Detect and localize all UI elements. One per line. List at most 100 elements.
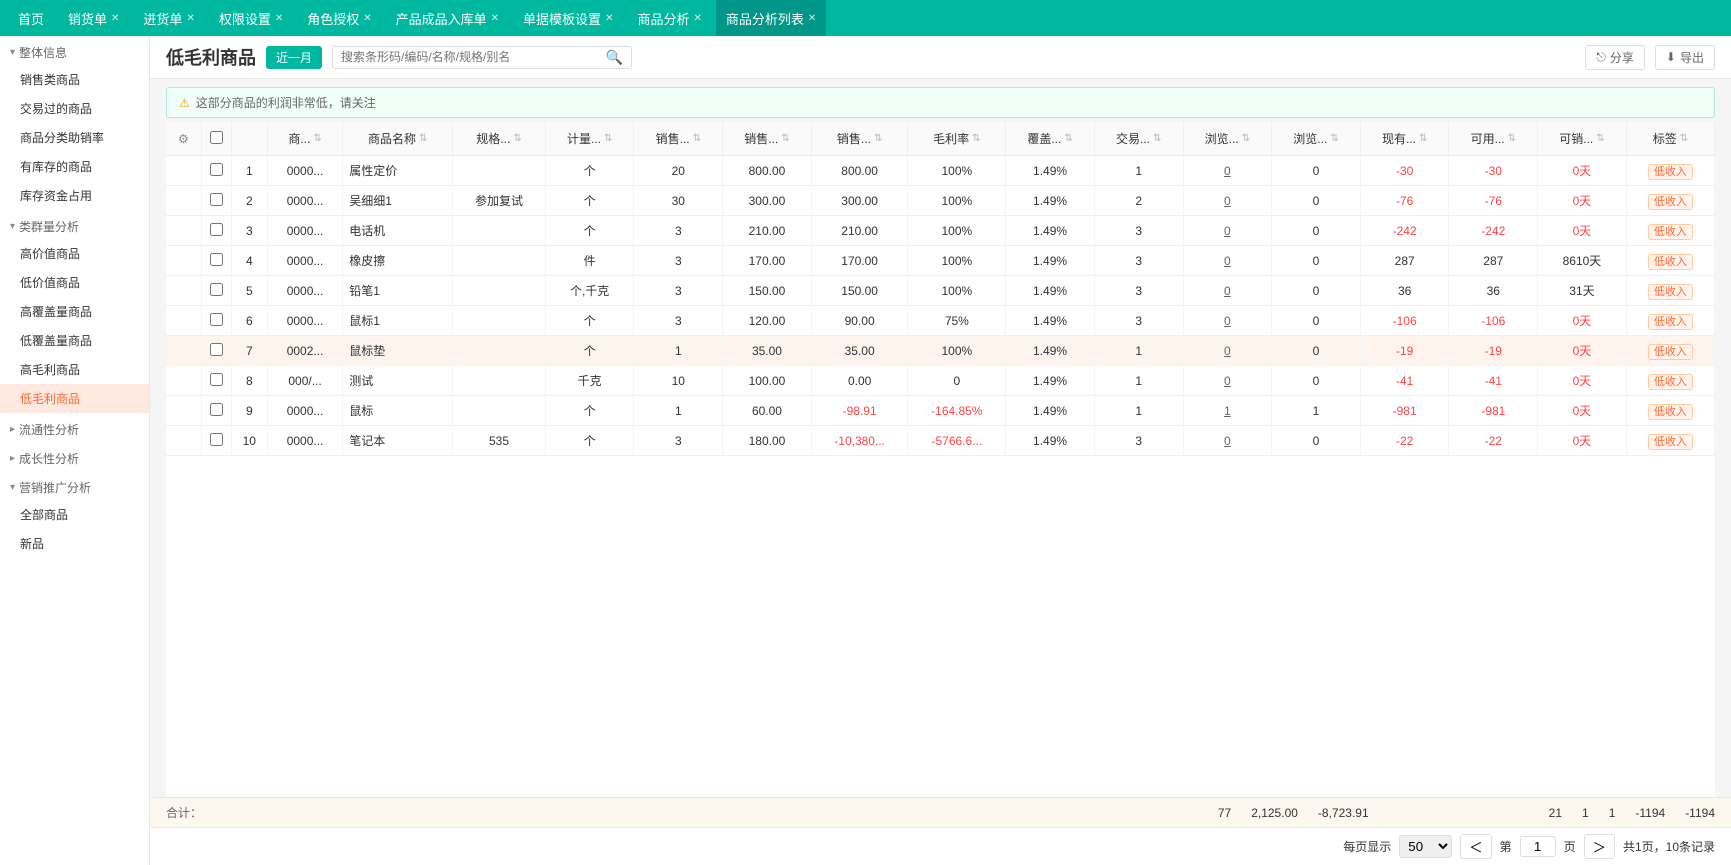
per-page-select[interactable]: 50 100 200 (1399, 835, 1452, 858)
sort-sales-qty-icon[interactable]: ⇅ (693, 133, 701, 144)
sidebar-item-traded-goods[interactable]: 交易过的商品 (0, 94, 149, 123)
row-browse1-7[interactable]: 0 (1183, 366, 1272, 396)
time-filter-button[interactable]: 近一月 (266, 46, 322, 69)
sidebar-group-circulation[interactable]: ▸ 流通性分析 (0, 413, 149, 442)
sort-code-icon[interactable]: ⇅ (313, 133, 321, 144)
sort-unit-icon[interactable]: ⇅ (604, 133, 612, 144)
row-checkbox-8[interactable] (210, 403, 223, 416)
row-name-1[interactable]: 吴细细1 (343, 186, 453, 216)
row-name-0[interactable]: 属性定价 (343, 156, 453, 186)
row-checkbox-7[interactable] (210, 373, 223, 386)
row-browse1-9[interactable]: 0 (1183, 426, 1272, 456)
row-check-1[interactable] (201, 186, 231, 216)
nav-role-auth[interactable]: 角色授权 ✕ (297, 0, 381, 36)
col-name[interactable]: 商品名称⇅ (343, 122, 453, 156)
row-browse1-2[interactable]: 0 (1183, 216, 1272, 246)
row-check-8[interactable] (201, 396, 231, 426)
sidebar-item-stock-capital[interactable]: 库存资金占用 (0, 181, 149, 210)
share-button[interactable]: ⎋ 分享 (1585, 45, 1645, 70)
row-browse1-6[interactable]: 0 (1183, 336, 1272, 366)
col-trade[interactable]: 交易...⇅ (1094, 122, 1183, 156)
close-product-entry-icon[interactable]: ✕ (491, 13, 499, 24)
row-browse1-3[interactable]: 0 (1183, 246, 1272, 276)
sort-available-icon[interactable]: ⇅ (1508, 133, 1516, 144)
col-browse1[interactable]: 浏览...⇅ (1183, 122, 1272, 156)
row-check-4[interactable] (201, 276, 231, 306)
row-name-9[interactable]: 笔记本 (343, 426, 453, 456)
row-name-7[interactable]: 测试 (343, 366, 453, 396)
row-checkbox-9[interactable] (210, 433, 223, 446)
col-coverage[interactable]: 覆盖...⇅ (1006, 122, 1095, 156)
nav-product-entry[interactable]: 产品成品入库单 ✕ (386, 0, 509, 36)
nav-home[interactable]: 首页 (8, 0, 54, 36)
nav-permissions[interactable]: 权限设置 ✕ (209, 0, 293, 36)
row-checkbox-6[interactable] (210, 343, 223, 356)
col-current[interactable]: 现有...⇅ (1360, 122, 1449, 156)
row-browse1-1[interactable]: 0 (1183, 186, 1272, 216)
col-browse2[interactable]: 浏览...⇅ (1272, 122, 1361, 156)
sidebar-item-new-goods[interactable]: 新品 (0, 529, 149, 558)
row-name-4[interactable]: 铅笔1 (343, 276, 453, 306)
sidebar-item-low-profit[interactable]: 低毛利商品 (0, 384, 149, 413)
col-unit[interactable]: 计量...⇅ (545, 122, 634, 156)
col-gross-rate[interactable]: 毛利率⇅ (908, 122, 1006, 156)
col-settings[interactable]: ⚙ (166, 122, 201, 156)
close-analysis-icon[interactable]: ✕ (693, 13, 701, 24)
col-tag[interactable]: 标签⇅ (1626, 122, 1714, 156)
row-check-7[interactable] (201, 366, 231, 396)
sidebar-item-stocked-goods[interactable]: 有库存的商品 (0, 152, 149, 181)
close-permissions-icon[interactable]: ✕ (275, 13, 283, 24)
row-browse1-5[interactable]: 0 (1183, 306, 1272, 336)
close-sales-icon[interactable]: ✕ (111, 13, 119, 24)
close-analysis-list-icon[interactable]: ✕ (808, 13, 816, 24)
row-check-6[interactable] (201, 336, 231, 366)
select-all-checkbox[interactable] (210, 131, 223, 144)
row-check-5[interactable] (201, 306, 231, 336)
row-name-2[interactable]: 电话机 (343, 216, 453, 246)
row-name-5[interactable]: 鼠标1 (343, 306, 453, 336)
row-checkbox-0[interactable] (210, 163, 223, 176)
sort-saleable-icon[interactable]: ⇅ (1596, 133, 1604, 144)
search-input[interactable] (341, 50, 606, 64)
prev-page-button[interactable]: ＜ (1460, 834, 1491, 859)
row-checkbox-3[interactable] (210, 253, 223, 266)
page-number-input[interactable] (1520, 836, 1556, 857)
col-available[interactable]: 可用...⇅ (1449, 122, 1538, 156)
close-role-auth-icon[interactable]: ✕ (363, 13, 371, 24)
sidebar-group-cluster[interactable]: ▾ 类群量分析 (0, 210, 149, 239)
sidebar-item-high-profit[interactable]: 高毛利商品 (0, 355, 149, 384)
sort-browse2-icon[interactable]: ⇅ (1330, 133, 1338, 144)
row-check-3[interactable] (201, 246, 231, 276)
nav-analysis-list[interactable]: 商品分析列表 ✕ (716, 0, 826, 36)
nav-purchase[interactable]: 进货单 ✕ (133, 0, 204, 36)
nav-sales[interactable]: 销货单 ✕ (58, 0, 129, 36)
sidebar-item-low-value[interactable]: 低价值商品 (0, 268, 149, 297)
sidebar-group-growth[interactable]: ▸ 成长性分析 (0, 442, 149, 471)
nav-product-analysis[interactable]: 商品分析 ✕ (627, 0, 711, 36)
row-browse1-4[interactable]: 0 (1183, 276, 1272, 306)
row-check-0[interactable] (201, 156, 231, 186)
sidebar-item-low-coverage[interactable]: 低覆盖量商品 (0, 326, 149, 355)
sort-trade-icon[interactable]: ⇅ (1153, 133, 1161, 144)
row-checkbox-2[interactable] (210, 223, 223, 236)
row-name-6[interactable]: 鼠标垫 (343, 336, 453, 366)
col-sales-qty[interactable]: 销售...⇅ (634, 122, 723, 156)
col-spec[interactable]: 规格...⇅ (453, 122, 546, 156)
sidebar-group-overview[interactable]: ▾ 整体信息 (0, 36, 149, 65)
sort-browse1-icon[interactable]: ⇅ (1242, 133, 1250, 144)
sidebar-item-sales-goods[interactable]: 销售类商品 (0, 65, 149, 94)
col-sales-price[interactable]: 销售...⇅ (723, 122, 812, 156)
row-check-2[interactable] (201, 216, 231, 246)
export-button[interactable]: ⬇ 导出 (1655, 45, 1715, 70)
nav-template-settings[interactable]: 单据模板设置 ✕ (513, 0, 623, 36)
sidebar-item-high-coverage[interactable]: 高覆盖量商品 (0, 297, 149, 326)
sidebar-item-high-value[interactable]: 高价值商品 (0, 239, 149, 268)
col-saleable[interactable]: 可销...⇅ (1538, 122, 1627, 156)
sort-sales-amount-icon[interactable]: ⇅ (874, 133, 882, 144)
search-icon[interactable]: 🔍 (606, 49, 623, 66)
sort-name-icon[interactable]: ⇅ (419, 133, 427, 144)
sidebar-item-all-goods[interactable]: 全部商品 (0, 500, 149, 529)
row-checkbox-1[interactable] (210, 193, 223, 206)
row-browse1-0[interactable]: 0 (1183, 156, 1272, 186)
sort-current-icon[interactable]: ⇅ (1419, 133, 1427, 144)
